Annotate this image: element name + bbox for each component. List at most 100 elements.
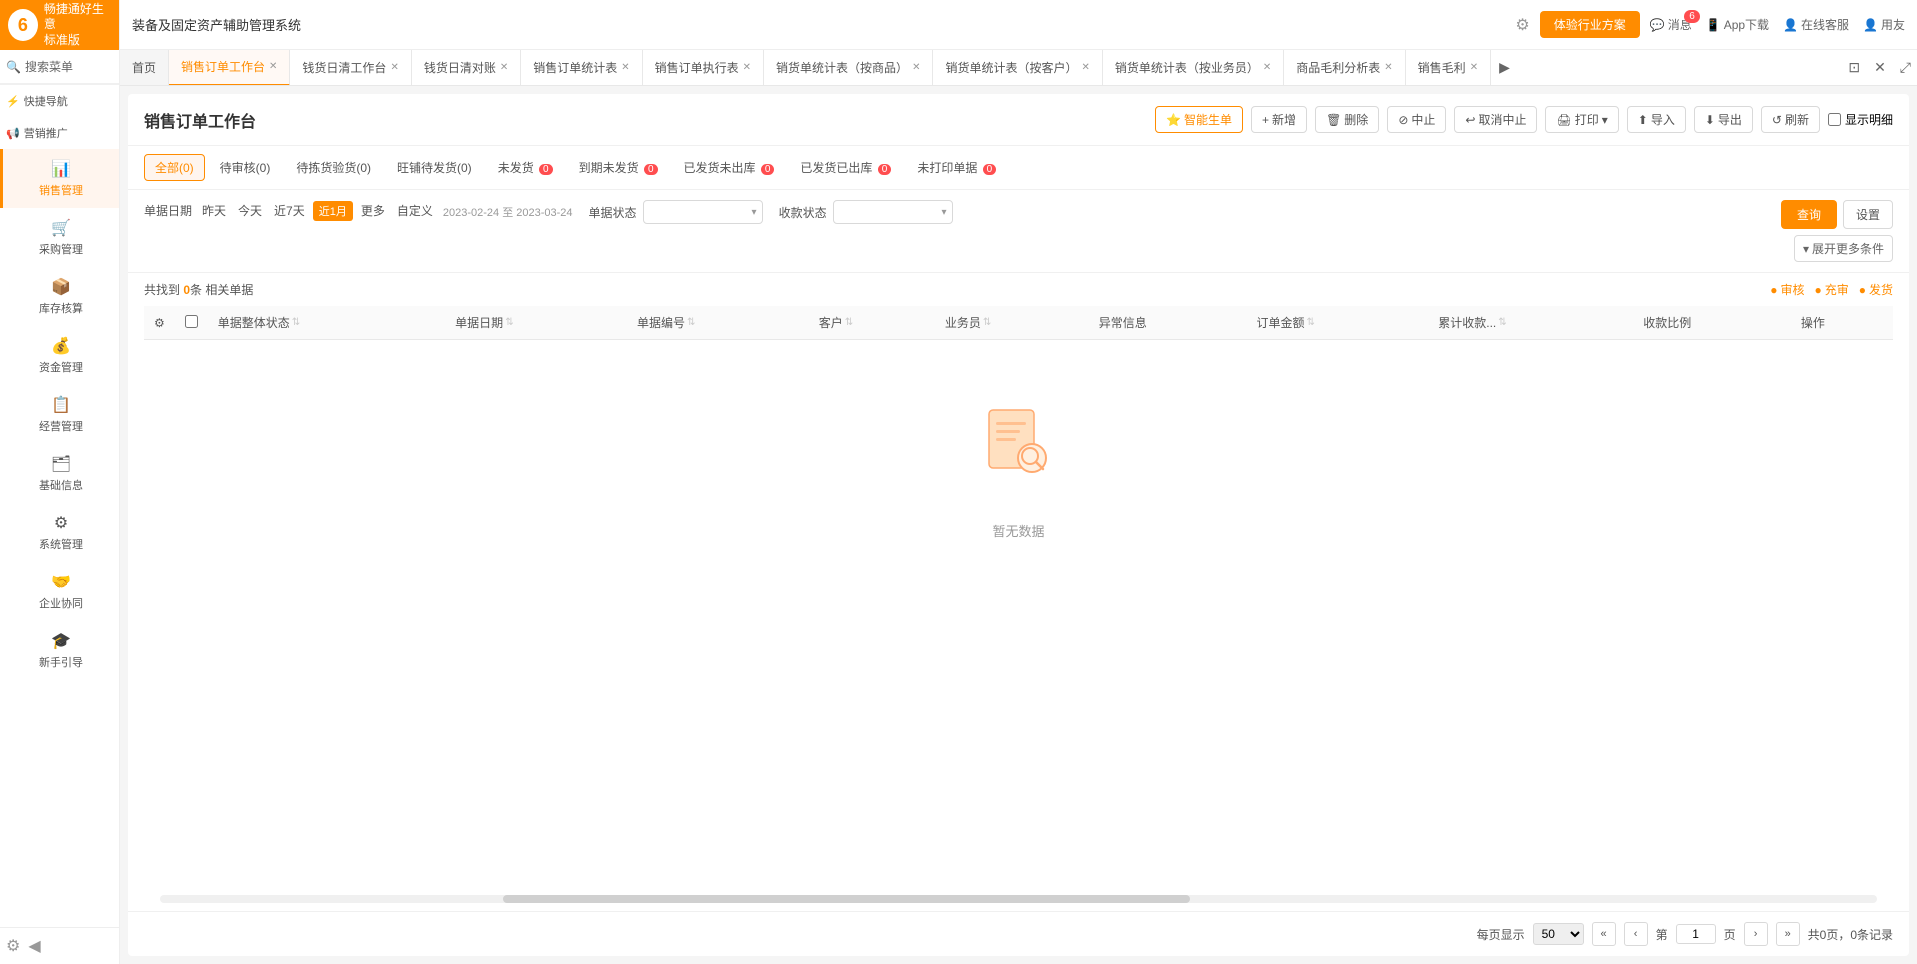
expand-filter-btn[interactable]: ▾ 展开更多条件: [1794, 235, 1893, 262]
stop-btn[interactable]: ⊘ 中止: [1387, 106, 1446, 133]
subtab-shipped-not-out[interactable]: 已发货未出库 0: [673, 154, 786, 181]
current-page-input[interactable]: [1676, 924, 1716, 944]
page-size-select[interactable]: 10 20 50 100: [1533, 923, 1584, 945]
customer-sort-icon: ⇅: [845, 317, 853, 328]
tab-sales-product[interactable]: 销货单统计表（按商品） ✕: [764, 50, 933, 86]
service-icon: 👤: [1783, 18, 1798, 32]
subtab-not-shipped[interactable]: 未发货 0: [487, 154, 564, 181]
subtab-pending-review[interactable]: 待审核(0): [209, 154, 282, 181]
date-7days[interactable]: 近7天: [270, 200, 309, 221]
print-btn[interactable]: 🖨 打印 ▾: [1545, 106, 1618, 133]
delete-btn[interactable]: 🗑 删除: [1315, 106, 1379, 133]
tab-close-cash-daily[interactable]: ✕: [390, 62, 398, 73]
sidebar-item-operation[interactable]: 📋 经营管理: [0, 385, 119, 444]
tab-action-restore[interactable]: ⊡: [1842, 59, 1866, 76]
horizontal-scrollbar[interactable]: [160, 895, 1877, 903]
th-received-sort[interactable]: 累计收款... ⇅: [1438, 314, 1623, 331]
th-customer-sort[interactable]: 客户 ⇅: [819, 314, 925, 331]
tab-close-sales-exec[interactable]: ✕: [743, 62, 751, 73]
batch-cancel-review-btn[interactable]: ● 充审: [1814, 281, 1848, 298]
tab-home[interactable]: 首页: [120, 50, 169, 86]
batch-review-btn[interactable]: ● 审核: [1770, 281, 1804, 298]
cancel-stop-btn[interactable]: ↩ 取消中止: [1454, 106, 1537, 133]
stop-icon: ⊘: [1398, 113, 1408, 127]
tab-close-product-margin[interactable]: ✕: [1384, 62, 1392, 73]
subtab-expired-not-shipped[interactable]: 到期未发货 0: [568, 154, 669, 181]
sidebar-item-sales[interactable]: 📊 销售管理: [0, 149, 119, 208]
sidebar-item-inventory[interactable]: 📦 库存核算: [0, 267, 119, 326]
tab-action-close-others[interactable]: ✕: [1868, 59, 1892, 76]
sidebar-item-guide[interactable]: 🎓 新手引导: [0, 621, 119, 680]
sidebar-item-coop[interactable]: 🤝 企业协同: [0, 562, 119, 621]
refresh-btn[interactable]: ↺ 刷新: [1761, 106, 1820, 133]
prev-page-btn[interactable]: ‹: [1624, 922, 1648, 946]
date-1month[interactable]: 近1月: [313, 201, 353, 221]
sidebar-item-marketing[interactable]: 📢 营销推广: [0, 117, 119, 149]
subtab-all[interactable]: 全部(0): [144, 154, 205, 181]
tab-close-sales-product[interactable]: ✕: [912, 62, 920, 73]
new-btn[interactable]: + 新增: [1251, 106, 1307, 133]
th-amount-sort[interactable]: 订单金额 ⇅: [1256, 314, 1418, 331]
message-btn[interactable]: 💬 消息 6: [1650, 16, 1692, 33]
export-btn[interactable]: ⬇ 导出: [1694, 106, 1753, 133]
select-all-checkbox[interactable]: [185, 315, 198, 328]
show-detail-checkbox[interactable]: [1828, 113, 1841, 126]
tabs-more-btn[interactable]: ▶: [1491, 59, 1518, 76]
user-menu-btn[interactable]: 👤 用友: [1863, 16, 1905, 33]
subtab-wangpu-deliver[interactable]: 旺铺待发货(0): [386, 154, 483, 181]
tab-product-margin[interactable]: 商品毛利分析表 ✕: [1284, 50, 1405, 86]
tab-sales-customer[interactable]: 销货单统计表（按客户） ✕: [933, 50, 1102, 86]
sidebar-item-system[interactable]: ⚙ 系统管理: [0, 503, 119, 562]
tab-cash-reconcile[interactable]: 钱货日清对账 ✕: [412, 50, 521, 86]
column-settings-icon[interactable]: ⚙: [154, 316, 165, 330]
settings-bottom-icon[interactable]: ⚙: [6, 936, 20, 956]
tab-action-maximize[interactable]: ⤢: [1894, 59, 1917, 76]
first-page-btn[interactable]: «: [1592, 922, 1616, 946]
sidebar-item-basic[interactable]: 🗂 基础信息: [0, 444, 119, 503]
subtab-not-printed[interactable]: 未打印单据 0: [906, 154, 1007, 181]
date-today[interactable]: 今天: [234, 200, 266, 221]
import-btn[interactable]: ⬆ 导入: [1627, 106, 1686, 133]
th-staff-sort[interactable]: 业务员 ⇅: [945, 314, 1079, 331]
show-detail-label[interactable]: 显示明细: [1828, 111, 1893, 128]
tab-sales-profit[interactable]: 销售毛利 ✕: [1406, 50, 1491, 86]
online-service-btn[interactable]: 👤 在线客服: [1783, 16, 1849, 33]
tab-sales-order[interactable]: 销售订单工作台 ✕: [169, 50, 290, 86]
scroll-thumb[interactable]: [503, 895, 1190, 903]
tab-close-sales-customer[interactable]: ✕: [1081, 62, 1089, 73]
tab-sales-stat[interactable]: 销售订单统计表 ✕: [521, 50, 642, 86]
status-select[interactable]: [643, 200, 763, 224]
date-custom[interactable]: 自定义: [393, 200, 437, 221]
tab-close-sales-stat[interactable]: ✕: [621, 62, 629, 73]
sidebar-item-purchase[interactable]: 🛒 采购管理: [0, 208, 119, 267]
next-page-btn[interactable]: ›: [1744, 922, 1768, 946]
sidebar-item-quick[interactable]: ⚡ 快捷导航: [0, 84, 119, 117]
collapse-icon[interactable]: ◀: [28, 936, 40, 956]
th-number-sort[interactable]: 单据编号 ⇅: [637, 314, 799, 331]
app-download-btn[interactable]: 📱 App下载: [1706, 16, 1769, 33]
date-more[interactable]: 更多: [357, 200, 389, 221]
tab-cash-daily[interactable]: 钱货日清工作台 ✕: [290, 50, 411, 86]
receipt-select[interactable]: [833, 200, 953, 224]
batch-ship-btn[interactable]: ● 发货: [1859, 281, 1893, 298]
search-menu[interactable]: 🔍 搜索菜单: [0, 50, 119, 84]
tab-sales-exec[interactable]: 销售订单执行表 ✕: [643, 50, 764, 86]
tab-close-sales-staff[interactable]: ✕: [1263, 62, 1271, 73]
th-status-sort[interactable]: 单据整体状态 ⇅: [218, 314, 435, 331]
last-page-btn[interactable]: »: [1776, 922, 1800, 946]
smart-btn[interactable]: ⭐ 智能生单: [1155, 106, 1243, 133]
tab-close-sales-profit[interactable]: ✕: [1470, 62, 1478, 73]
industry-btn[interactable]: 体验行业方案: [1540, 11, 1640, 38]
sidebar-item-finance[interactable]: 💰 资金管理: [0, 326, 119, 385]
subtab-shipped-out[interactable]: 已发货已出库 0: [789, 154, 902, 181]
th-date-sort[interactable]: 单据日期 ⇅: [455, 314, 617, 331]
tab-close-sales-order[interactable]: ✕: [269, 61, 277, 72]
tab-sales-staff[interactable]: 销货单统计表（按业务员） ✕: [1103, 50, 1284, 86]
th-action: 操作: [1791, 306, 1893, 340]
query-btn[interactable]: 查询: [1781, 200, 1837, 229]
settings-icon[interactable]: ⚙: [1515, 15, 1529, 35]
subtab-pending-inspect[interactable]: 待拣货验货(0): [285, 154, 382, 181]
tab-close-cash-reconcile[interactable]: ✕: [500, 62, 508, 73]
date-yesterday[interactable]: 昨天: [198, 200, 230, 221]
filter-settings-btn[interactable]: 设置: [1843, 200, 1893, 229]
